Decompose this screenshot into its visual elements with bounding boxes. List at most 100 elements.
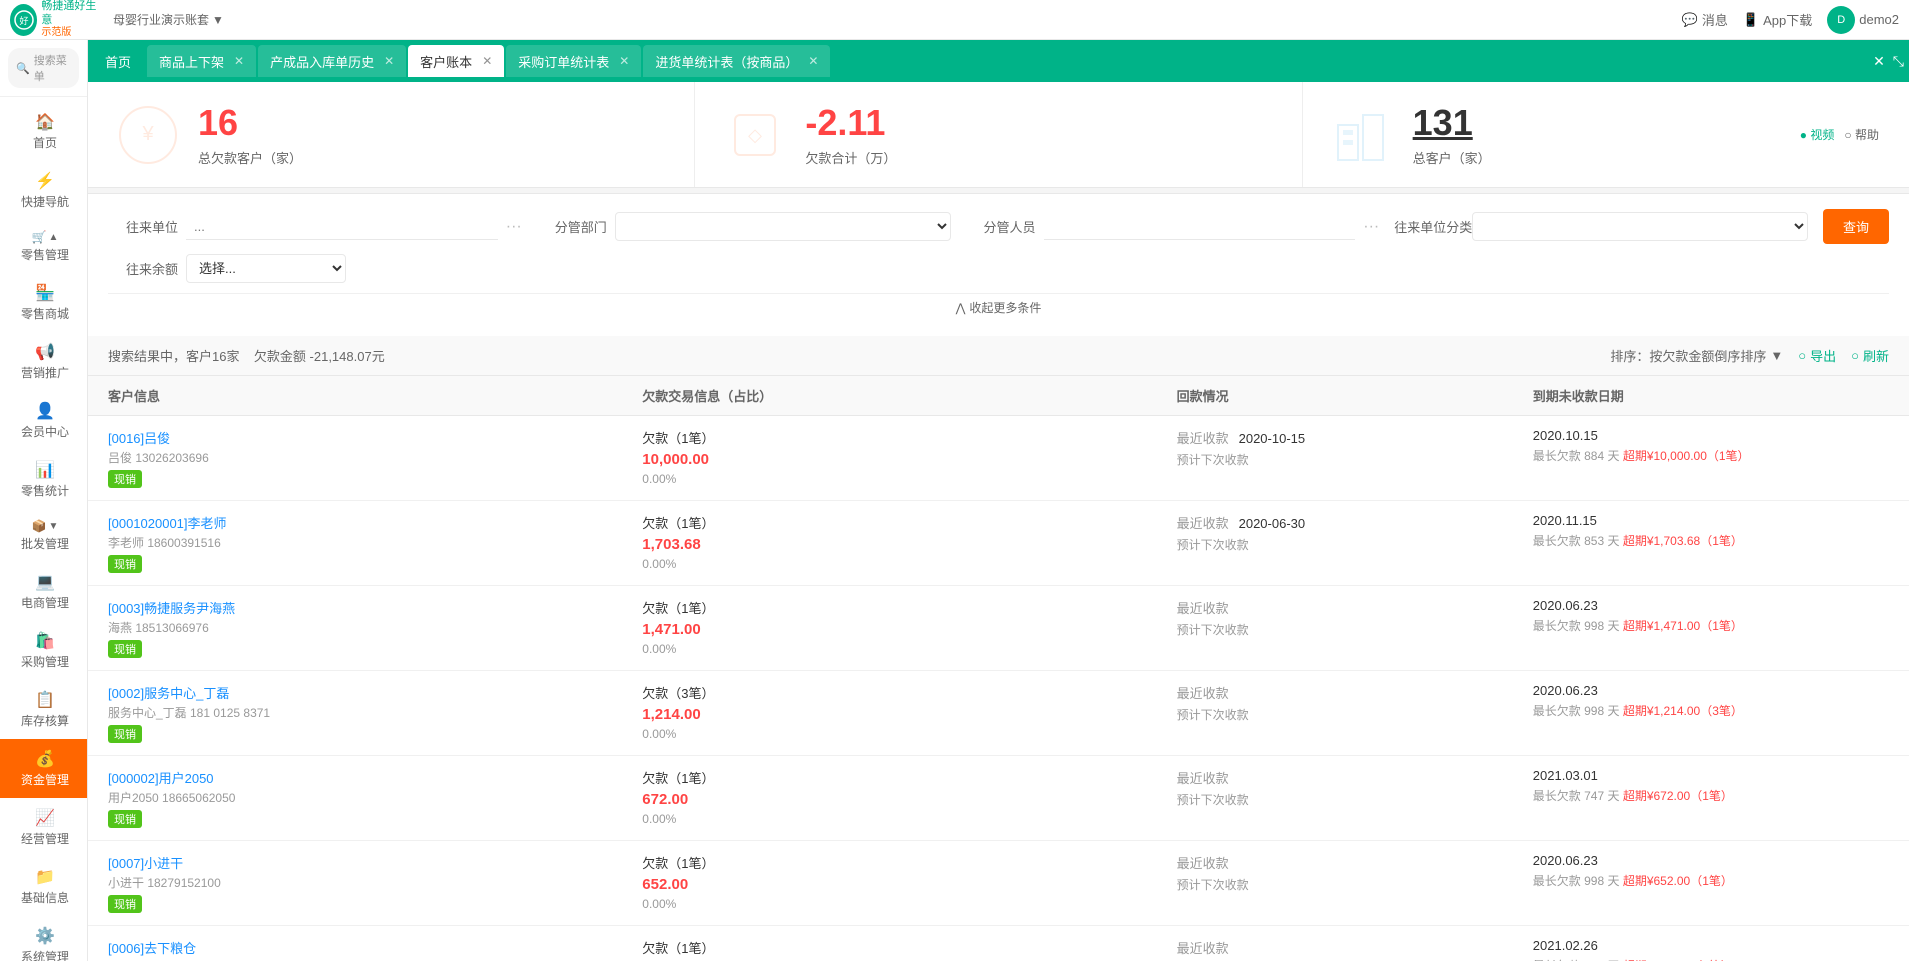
close-icon[interactable]: ✕ <box>482 54 492 68</box>
sidebar-item-finance[interactable]: 💰 资金管理 <box>0 739 87 798</box>
close-icon[interactable]: ✕ <box>808 54 818 68</box>
sidebar-item-batch-mgmt[interactable]: 📦 ▼ 批发管理 <box>0 509 87 562</box>
debt-customers-number: 16 <box>198 102 664 144</box>
filter-manager-input[interactable] <box>1044 214 1356 240</box>
customer-name-link[interactable]: [0003]畅捷服务尹海燕 <box>108 598 642 617</box>
sidebar-search-box[interactable]: 🔍 搜索菜单 <box>8 48 79 88</box>
sidebar-item-inventory[interactable]: 📋 库存核算 <box>0 680 87 739</box>
tab-product-offline[interactable]: 商品上下架 ✕ <box>147 45 256 77</box>
filter-balance-select[interactable]: 选择... <box>186 254 346 283</box>
sidebar-search-area: 🔍 搜索菜单 <box>0 40 87 97</box>
marketing-icon: 📢 <box>3 342 87 362</box>
search-button[interactable]: 查询 <box>1823 209 1889 244</box>
debt-cell: 欠款（1笔） 652.00 0.00% <box>642 853 1176 913</box>
sidebar-item-operations[interactable]: 📈 经营管理 <box>0 798 87 857</box>
tab-purchase-summary[interactable]: 进货单统计表（按商品） ✕ <box>643 45 830 77</box>
stat-card-total-customers: 131 总客户（家） ● 视频 ○ 帮助 <box>1303 82 1909 187</box>
refresh-button[interactable]: ○ 刷新 <box>1851 346 1889 365</box>
home-tab-label: 首页 <box>105 52 131 71</box>
customer-name-link[interactable]: [0002]服务中心_丁磊 <box>108 683 642 702</box>
sidebar-item-label: 经营管理 <box>3 830 87 847</box>
video-button[interactable]: ● 视频 <box>1800 126 1835 143</box>
ecommerce-icon: 💻 <box>3 572 87 592</box>
filter-category-select[interactable] <box>1472 212 1808 241</box>
sort-dropdown[interactable]: 排序：按欠款金额倒序排序 ▼ <box>1610 346 1783 365</box>
debt-cell: 欠款（1笔） 10,000.00 0.00% <box>642 428 1176 488</box>
sidebar-item-purchase[interactable]: 🛍️ 采购管理 <box>0 621 87 680</box>
sidebar-item-marketing[interactable]: 📢 营销推广 <box>0 332 87 391</box>
overdue-info: 最长欠款 998 天 超期¥652.00（1笔） <box>1533 872 1889 889</box>
arrow-down-icon: ▼ <box>49 521 59 532</box>
customer-name-link[interactable]: [0007]小进干 <box>108 853 642 872</box>
date-cell: 2020.10.15 最长欠款 884 天 超期¥10,000.00（1笔） <box>1533 428 1889 488</box>
recovery-cell: 最近收款2020-10-15 预计下次收款 <box>1177 428 1533 488</box>
customer-phone: 用户2050 18665062050 <box>108 789 642 806</box>
data-table: 客户信息 欠款交易信息（占比） 回款情况 到期未收款日期 [0016]吕俊 吕俊… <box>88 376 1909 961</box>
collapse-button[interactable]: ⋀ 收起更多条件 <box>108 293 1889 321</box>
recovery-cell: 最近收款2020-06-30 预计下次收款 <box>1177 513 1533 573</box>
tab-purchase-summary-label: 进货单统计表（按商品） <box>655 52 798 71</box>
tab-expand-icon[interactable]: ⤡ <box>1893 53 1904 70</box>
close-icon[interactable]: ✕ <box>234 54 244 68</box>
filter-unit-input[interactable] <box>186 214 498 240</box>
table-header: 客户信息 欠款交易信息（占比） 回款情况 到期未收款日期 <box>88 376 1909 416</box>
filter-manager: 分管人员 ··· <box>966 214 1380 240</box>
customer-name-link[interactable]: [0006]去下粮仓 <box>108 938 642 957</box>
export-button[interactable]: ○ 导出 <box>1798 346 1836 365</box>
date-cell: 2021.03.01 最长欠款 747 天 超期¥672.00（1笔） <box>1533 768 1889 828</box>
sidebar-item-ecommerce[interactable]: 💻 电商管理 <box>0 562 87 621</box>
user-profile[interactable]: D demo2 <box>1827 6 1899 34</box>
overdue-link[interactable]: 超期¥652.00（1笔） <box>1623 874 1733 888</box>
recovery-cell: 最近收款 预计下次收款 <box>1177 598 1533 658</box>
sidebar-item-basic-info[interactable]: 📁 基础信息 <box>0 857 87 916</box>
tab-home[interactable]: 首页 <box>93 45 143 77</box>
total-customers-label: 总客户（家） <box>1413 148 1800 167</box>
manager-dots: ··· <box>1363 218 1379 236</box>
sidebar-nav: 🏠 首页 ⚡ 快捷导航 🛒 ▲ 零售管理 🏪 零售商城 <box>0 97 87 961</box>
sidebar-item-retail-stats[interactable]: 📊 零售统计 <box>0 450 87 509</box>
app-download-button[interactable]: 📱 App下载 <box>1743 10 1812 29</box>
overdue-link[interactable]: 超期¥10,000.00（1笔） <box>1623 449 1750 463</box>
due-date: 2020.11.15 <box>1533 513 1889 528</box>
overdue-link[interactable]: 超期¥1,703.68（1笔） <box>1623 534 1743 548</box>
next-payment: 预计下次收款 <box>1177 791 1533 808</box>
help-button[interactable]: ○ 帮助 <box>1844 126 1879 143</box>
date-cell: 2020.06.23 最长欠款 998 天 超期¥1,471.00（1笔） <box>1533 598 1889 658</box>
finance-icon: 💰 <box>3 749 87 769</box>
close-icon[interactable]: ✕ <box>384 54 394 68</box>
filter-balance: 往来余额 选择... <box>108 254 1889 283</box>
customer-name-link[interactable]: [000002]用户2050 <box>108 768 642 787</box>
quick-nav-icon: ⚡ <box>3 171 87 191</box>
overdue-link[interactable]: 超期¥1,214.00（3笔） <box>1623 704 1743 718</box>
header-recovery: 回款情况 <box>1177 386 1533 405</box>
sidebar-item-label: 零售管理 <box>3 246 87 263</box>
tab-production-history[interactable]: 产成品入库单历史 ✕ <box>258 45 406 77</box>
overdue-link[interactable]: 超期¥672.00（1笔） <box>1623 789 1733 803</box>
filter-dept-select[interactable] <box>615 212 951 241</box>
debt-cell: 欠款（1笔） 1,703.68 0.00% <box>642 513 1176 573</box>
overdue-info: 最长欠款 853 天 超期¥1,703.68（1笔） <box>1533 532 1889 549</box>
customer-name-link[interactable]: [0016]吕俊 <box>108 428 642 447</box>
sidebar-item-member[interactable]: 👤 会员中心 <box>0 391 87 450</box>
last-payment: 最近收款 <box>1177 853 1533 872</box>
tab-purchase-stats[interactable]: 采购订单统计表 ✕ <box>506 45 641 77</box>
filter-row-2: 往来余额 选择... <box>108 254 1889 283</box>
industry-selector[interactable]: 母婴行业演示账套 ▼ <box>113 11 224 28</box>
sidebar-item-retail-mgmt[interactable]: 🛒 ▲ 零售管理 <box>0 220 87 273</box>
debt-amount: 672.00 <box>642 791 1176 808</box>
sidebar-item-quick-nav[interactable]: ⚡ 快捷导航 <box>0 161 87 220</box>
close-icon[interactable]: ✕ <box>619 54 629 68</box>
sidebar-item-retail-mall[interactable]: 🏪 零售商城 <box>0 273 87 332</box>
message-button[interactable]: 💬 消息 <box>1682 10 1728 29</box>
sidebar-item-home[interactable]: 🏠 首页 <box>0 102 87 161</box>
stat-content-total: 131 总客户（家） <box>1413 102 1800 167</box>
debt-count: 欠款（1笔） <box>642 768 1176 787</box>
customer-name-link[interactable]: [0001020001]李老师 <box>108 513 642 532</box>
sidebar-item-system[interactable]: ⚙️ 系统管理 <box>0 916 87 961</box>
customer-phone: 海燕 18513066976 <box>108 619 642 636</box>
tab-customer-account[interactable]: 客户账本 ✕ <box>408 45 504 77</box>
customer-phone: 服务中心_丁磊 181 0125 8371 <box>108 704 642 721</box>
tab-minimize-icon[interactable]: ✕ <box>1873 53 1885 70</box>
overdue-link[interactable]: 超期¥1,471.00（1笔） <box>1623 619 1743 633</box>
filter-row-1: 往来单位 ··· 分管部门 分管人员 <box>108 209 1889 244</box>
